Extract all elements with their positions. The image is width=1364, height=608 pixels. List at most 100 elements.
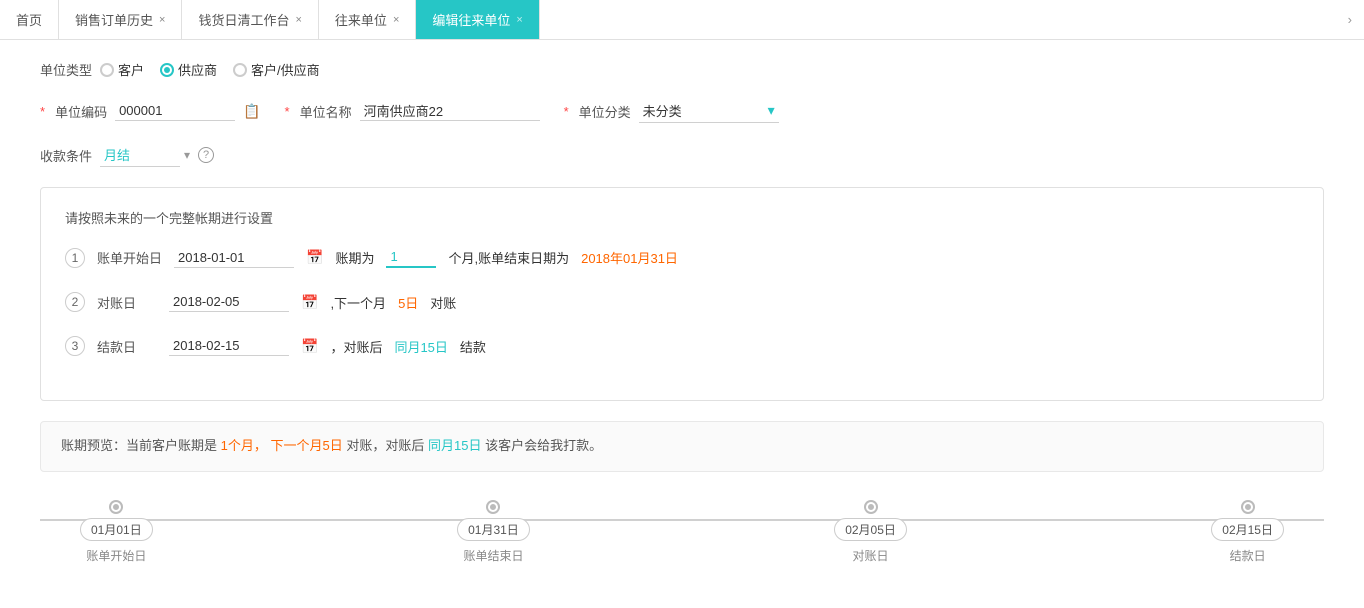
row-3-prefix: ，对账后: [330, 337, 382, 356]
row-2-number: 2: [65, 292, 85, 312]
billing-period-input[interactable]: [386, 247, 436, 268]
timeline-item-2: 02月05日 对账日: [834, 502, 907, 564]
unit-category-value: 未分类: [643, 101, 768, 120]
timeline-date-3: 02月15日: [1211, 518, 1284, 541]
timeline-label-1: 账单结束日: [463, 547, 523, 564]
payment-terms-select[interactable]: 月结 ▾: [100, 143, 190, 167]
unit-type-label: 单位类型: [40, 60, 92, 79]
reconcile-date-cal-icon[interactable]: 📅: [301, 294, 318, 311]
radio-supplier[interactable]: 供应商: [160, 60, 217, 79]
payment-terms-label: 收款条件: [40, 146, 92, 165]
preview-part1: 1个月，: [221, 438, 267, 453]
unit-code-input[interactable]: [115, 101, 235, 121]
timeline-items: 01月01日 账单开始日 01月31日 账单结束日 02月05日 对账日 02月…: [80, 502, 1284, 564]
unit-category-group: * 单位分类 未分类 ▾: [564, 99, 779, 123]
unit-code-group: * 单位编码 📋: [40, 101, 261, 121]
unit-code-required: *: [40, 104, 45, 119]
timeline-dot-0: [111, 502, 121, 512]
reconcile-date-input[interactable]: [169, 292, 289, 312]
preview-part2: 下一个月5日: [271, 438, 343, 453]
payment-day: 同月15日: [394, 337, 447, 356]
timeline-label-3: 结款日: [1230, 547, 1266, 564]
row-3-suffix: 结款: [460, 337, 486, 356]
payment-terms-row: 收款条件 月结 ▾ ?: [40, 143, 1324, 167]
payment-date-cal-icon[interactable]: 📅: [301, 338, 318, 355]
settings-row-2: 2 对账日 📅 ,下一个月 5日 对账: [65, 292, 1299, 312]
unit-name-label: 单位名称: [300, 102, 352, 121]
payment-terms-group: 收款条件 月结 ▾ ?: [40, 143, 214, 167]
row-1-number: 1: [65, 248, 85, 268]
settings-box: 请按照未来的一个完整帐期进行设置 1 账单开始日 📅 账期为 个月,账单结束日期…: [40, 187, 1324, 401]
main-content: 单位类型 客户 供应商 客户/供应商 * 单位编码: [0, 40, 1364, 608]
row-2-label: 对账日: [97, 293, 157, 312]
timeline-dot-2: [866, 502, 876, 512]
help-icon[interactable]: ?: [198, 147, 214, 163]
billing-end-date: 2018年01月31日: [581, 248, 678, 267]
radio-group-unit-type: 客户 供应商 客户/供应商: [100, 60, 320, 79]
timeline-date-1: 01月31日: [457, 518, 530, 541]
tab-partners-label: 往来单位: [335, 10, 387, 29]
timeline-date-0: 01月01日: [80, 518, 153, 541]
payment-date-input[interactable]: [169, 336, 289, 356]
tab-partners[interactable]: 往来单位 ×: [319, 0, 416, 39]
timeline-dot-1: [488, 502, 498, 512]
tab-cash-workbench[interactable]: 钱货日清工作台 ×: [182, 0, 318, 39]
timeline: 01月01日 账单开始日 01月31日 账单结束日 02月05日 对账日 02月…: [40, 492, 1324, 574]
radio-customer-circle: [100, 63, 114, 77]
unit-category-required: *: [564, 104, 569, 119]
row-1-mid-text: 账期为: [335, 248, 374, 267]
tab-sales-history-close[interactable]: ×: [159, 14, 165, 26]
timeline-label-0: 账单开始日: [86, 547, 146, 564]
unit-code-label: 单位编码: [55, 102, 107, 121]
radio-supplier-label: 供应商: [178, 60, 217, 79]
radio-both[interactable]: 客户/供应商: [233, 60, 320, 79]
unit-code-copy-icon[interactable]: 📋: [243, 103, 260, 120]
unit-category-arrow-icon: ▾: [768, 102, 775, 119]
tab-partners-close[interactable]: ×: [393, 14, 399, 26]
timeline-label-2: 对账日: [853, 547, 889, 564]
tab-sales-history-label: 销售订单历史: [75, 10, 153, 29]
start-date-input[interactable]: [174, 248, 294, 268]
unit-name-group: * 单位名称: [285, 101, 540, 121]
tab-home-label: 首页: [16, 10, 42, 29]
tabs-bar: 首页 销售订单历史 × 钱货日清工作台 × 往来单位 × 编辑往来单位 × ›: [0, 0, 1364, 40]
timeline-item-3: 02月15日 结款日: [1211, 502, 1284, 564]
reconcile-day: 5日: [398, 293, 418, 312]
tab-cash-workbench-close[interactable]: ×: [295, 14, 301, 26]
unit-name-required: *: [285, 104, 290, 119]
radio-customer[interactable]: 客户: [100, 60, 144, 79]
radio-customer-label: 客户: [118, 60, 144, 79]
radio-supplier-circle: [160, 63, 174, 77]
settings-title: 请按照未来的一个完整帐期进行设置: [65, 208, 1299, 227]
timeline-item-1: 01月31日 账单结束日: [457, 502, 530, 564]
row-1-label: 账单开始日: [97, 248, 162, 267]
start-date-cal-icon[interactable]: 📅: [306, 249, 323, 266]
payment-terms-value: 月结: [100, 143, 180, 167]
tab-more-button[interactable]: ›: [1336, 0, 1364, 39]
timeline-dot-3: [1243, 502, 1253, 512]
unit-category-label: 单位分类: [579, 102, 631, 121]
tab-sales-history[interactable]: 销售订单历史 ×: [59, 0, 182, 39]
preview-prefix: 账期预览：当前客户账期是: [61, 438, 217, 453]
payment-terms-arrow-icon: ▾: [184, 148, 190, 162]
row-2-suffix: 对账: [430, 293, 456, 312]
preview-part3: 同月15日: [428, 438, 481, 453]
row-2-prefix: ,下一个月: [330, 293, 386, 312]
unit-name-input[interactable]: [360, 101, 540, 121]
radio-both-label: 客户/供应商: [251, 60, 320, 79]
tab-home[interactable]: 首页: [0, 0, 59, 39]
unit-info-row: * 单位编码 📋 * 单位名称 * 单位分类 未分类 ▾: [40, 99, 1324, 123]
row-1-suffix: 个月,账单结束日期为: [448, 248, 569, 267]
tab-edit-partner[interactable]: 编辑往来单位 ×: [416, 0, 539, 39]
radio-both-circle: [233, 63, 247, 77]
settings-row-3: 3 结款日 📅 ，对账后 同月15日 结款: [65, 336, 1299, 356]
row-3-number: 3: [65, 336, 85, 356]
settings-row-1: 1 账单开始日 📅 账期为 个月,账单结束日期为 2018年01月31日: [65, 247, 1299, 268]
unit-category-select[interactable]: 未分类 ▾: [639, 99, 779, 123]
preview-middle: 对账，对账后: [346, 438, 424, 453]
unit-type-group: 单位类型 客户 供应商 客户/供应商: [40, 60, 320, 79]
preview-suffix: 该客户会给我打款。: [485, 438, 602, 453]
tab-edit-partner-close[interactable]: ×: [516, 14, 522, 26]
timeline-date-2: 02月05日: [834, 518, 907, 541]
row-3-label: 结款日: [97, 337, 157, 356]
